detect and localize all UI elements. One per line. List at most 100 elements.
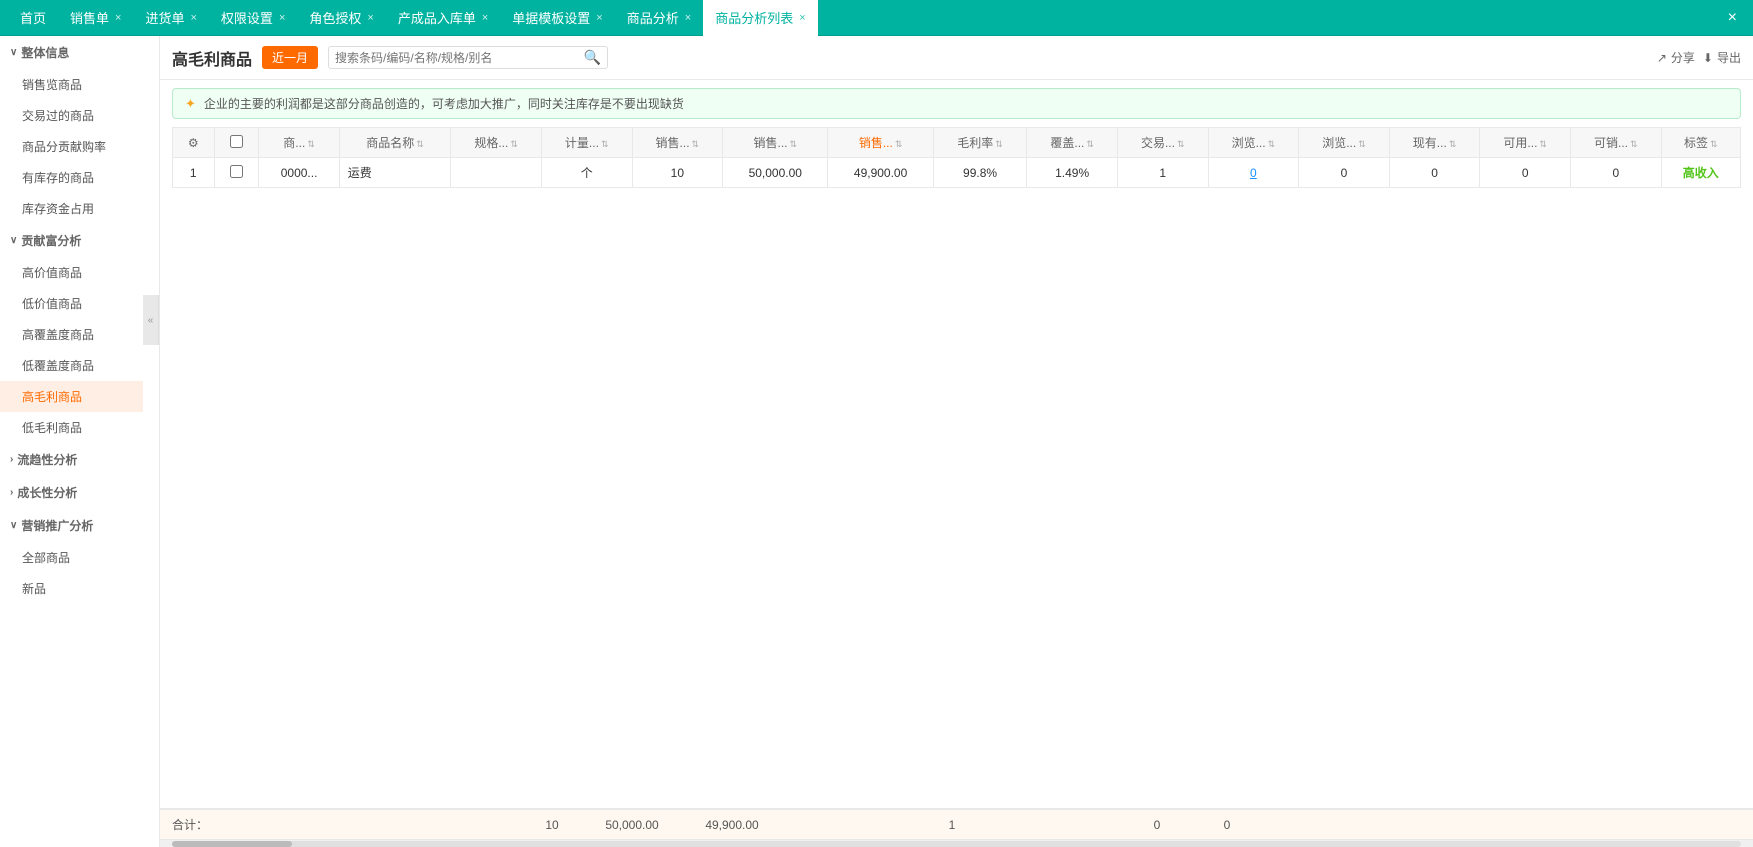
sidebar-group-trend[interactable]: › 流趋性分析	[0, 443, 143, 476]
sidebar-item-high-value[interactable]: 高价值商品	[0, 257, 143, 288]
nav-template-settings[interactable]: 单据模板设置 ×	[500, 0, 614, 36]
export-icon: ⬇	[1703, 51, 1713, 65]
close-sales-order[interactable]: ×	[115, 12, 121, 24]
col-available-stock[interactable]: 可用...⇅	[1480, 128, 1571, 158]
arrow-growth: ›	[10, 487, 13, 498]
close-purchase-order[interactable]: ×	[190, 12, 196, 24]
search-icon[interactable]: 🔍	[584, 49, 601, 66]
col-unit[interactable]: 计量...⇅	[541, 128, 632, 158]
col-spec[interactable]: 规格...⇅	[451, 128, 542, 158]
scrollbar-thumb[interactable]	[172, 841, 292, 847]
select-all-checkbox[interactable]	[230, 135, 243, 148]
sidebar-collapse-button[interactable]: «	[143, 295, 159, 345]
sidebar-item-low-margin[interactable]: 低毛利商品	[0, 412, 143, 443]
time-filter-button[interactable]: 近一月	[262, 46, 318, 69]
table-body: 1 0000... 运费 个 10 50,000.00 49,900.00 99…	[173, 158, 1741, 188]
sort-gross-margin-icon: ⇅	[995, 139, 1003, 149]
cell-spec	[451, 158, 542, 188]
sort-browse1-icon: ⇅	[1268, 139, 1276, 149]
nav-home[interactable]: 首页	[8, 0, 58, 36]
col-browse2[interactable]: 浏览...⇅	[1299, 128, 1390, 158]
sidebar-group-contribution[interactable]: ∨ 贡献富分析	[0, 224, 143, 257]
sort-sales-amount-icon: ⇅	[790, 139, 798, 149]
sidebar-item-low-value[interactable]: 低价值商品	[0, 288, 143, 319]
sidebar-item-high-margin[interactable]: 高毛利商品	[0, 381, 143, 412]
sort-unit-icon: ⇅	[601, 139, 609, 149]
cell-index: 1	[173, 158, 215, 188]
col-name[interactable]: 商品名称⇅	[339, 128, 451, 158]
sort-sales-profit-icon: ⇅	[895, 139, 903, 149]
footer-sales-profit: 49,900.00	[682, 818, 782, 832]
nav-product-inbound[interactable]: 产成品入库单 ×	[386, 0, 500, 36]
data-table-container: ⚙ 商...⇅ 商品名称⇅ 规格...⇅ 计量...⇅ 销售...⇅ 销售...…	[160, 127, 1753, 808]
cell-browse1[interactable]: 0	[1208, 158, 1299, 188]
sort-available-stock-icon: ⇅	[1539, 139, 1547, 149]
search-input[interactable]	[335, 51, 580, 65]
close-product-inbound[interactable]: ×	[482, 12, 488, 24]
col-sku[interactable]: 商...⇅	[259, 128, 339, 158]
cell-gross-margin: 99.8%	[933, 158, 1027, 188]
sidebar-group-marketing[interactable]: ∨ 营销推广分析	[0, 509, 143, 542]
col-sales-profit[interactable]: 销售...⇅	[828, 128, 933, 158]
nav-sales-order[interactable]: 销售单 ×	[58, 0, 133, 36]
nav-role-auth[interactable]: 角色授权 ×	[297, 0, 385, 36]
share-button[interactable]: ↗ 分享	[1657, 49, 1695, 66]
nav-product-analysis[interactable]: 商品分析 ×	[615, 0, 703, 36]
table-row: 1 0000... 运费 个 10 50,000.00 49,900.00 99…	[173, 158, 1741, 188]
sidebar-item-sales-overview[interactable]: 销售览商品	[0, 69, 143, 100]
col-settings[interactable]: ⚙	[173, 128, 215, 158]
footer-sales-qty: 10	[522, 818, 582, 832]
data-table: ⚙ 商...⇅ 商品名称⇅ 规格...⇅ 计量...⇅ 销售...⇅ 销售...…	[172, 127, 1741, 188]
close-role-auth[interactable]: ×	[367, 12, 373, 24]
close-product-analysis-list[interactable]: ×	[799, 12, 805, 24]
sort-current-stock-icon: ⇅	[1449, 139, 1457, 149]
cell-checkbox[interactable]	[214, 158, 259, 188]
col-sales-qty[interactable]: 销售...⇅	[632, 128, 723, 158]
col-gross-margin[interactable]: 毛利率⇅	[933, 128, 1027, 158]
sidebar-item-stock-capital[interactable]: 库存资金占用	[0, 193, 143, 224]
top-navigation: 首页 销售单 × 进货单 × 权限设置 × 角色授权 × 产成品入库单 × 单据…	[0, 0, 1753, 36]
footer-label: 合计：	[172, 816, 208, 833]
export-button[interactable]: ⬇ 导出	[1703, 49, 1741, 66]
sidebar-item-all-products[interactable]: 全部商品	[0, 542, 143, 573]
col-transaction[interactable]: 交易...⇅	[1117, 128, 1208, 158]
close-permission-settings[interactable]: ×	[279, 12, 285, 24]
cell-browse2: 0	[1299, 158, 1390, 188]
sidebar-group-growth[interactable]: › 成长性分析	[0, 476, 143, 509]
sidebar-group-overall[interactable]: ∨ 整体信息	[0, 36, 143, 69]
nav-purchase-order[interactable]: 进货单 ×	[133, 0, 208, 36]
cell-current-stock: 0	[1389, 158, 1480, 188]
sidebar-item-low-coverage[interactable]: 低覆盖度商品	[0, 350, 143, 381]
close-all-tabs[interactable]: ×	[1720, 9, 1745, 27]
cell-sales-qty: 10	[632, 158, 723, 188]
col-tag[interactable]: 标签⇅	[1661, 128, 1740, 158]
cell-available-stock: 0	[1480, 158, 1571, 188]
content-area: 高毛利商品 近一月 🔍 ↗ 分享 ⬇ 导出 ✦ 企业的主要的利润都是这部分商品创…	[160, 36, 1753, 847]
close-product-analysis[interactable]: ×	[685, 12, 691, 24]
sidebar-item-new-products[interactable]: 新品	[0, 573, 143, 604]
nav-permission-settings[interactable]: 权限设置 ×	[209, 0, 297, 36]
arrow-contribution: ∨	[10, 235, 17, 246]
sort-browse2-icon: ⇅	[1358, 139, 1366, 149]
col-sellable[interactable]: 可销...⇅	[1571, 128, 1662, 158]
col-sales-amount[interactable]: 销售...⇅	[723, 128, 828, 158]
sidebar-item-contribution-rate[interactable]: 商品分贡献购率	[0, 131, 143, 162]
cell-sales-amount: 50,000.00	[723, 158, 828, 188]
horizontal-scrollbar[interactable]	[160, 839, 1753, 847]
footer-cells: 10 50,000.00 49,900.00 1 0 0	[208, 818, 1741, 832]
col-browse1[interactable]: 浏览...⇅	[1208, 128, 1299, 158]
cell-name: 运费	[339, 158, 451, 188]
arrow-marketing: ∨	[10, 520, 17, 531]
sidebar-item-high-coverage[interactable]: 高覆盖度商品	[0, 319, 143, 350]
cell-sku: 0000...	[259, 158, 339, 188]
info-banner: ✦ 企业的主要的利润都是这部分商品创造的，可考虑加大推广，同时关注库存是不要出现…	[172, 88, 1741, 119]
sidebar-item-in-stock[interactable]: 有库存的商品	[0, 162, 143, 193]
sidebar-item-traded-products[interactable]: 交易过的商品	[0, 100, 143, 131]
content-header: 高毛利商品 近一月 🔍 ↗ 分享 ⬇ 导出	[160, 36, 1753, 80]
col-coverage[interactable]: 覆盖...⇅	[1027, 128, 1118, 158]
nav-product-analysis-list[interactable]: 商品分析列表 ×	[703, 0, 817, 36]
cell-sales-profit: 49,900.00	[828, 158, 933, 188]
col-checkbox[interactable]	[214, 128, 259, 158]
col-current-stock[interactable]: 现有...⇅	[1389, 128, 1480, 158]
close-template-settings[interactable]: ×	[596, 12, 602, 24]
